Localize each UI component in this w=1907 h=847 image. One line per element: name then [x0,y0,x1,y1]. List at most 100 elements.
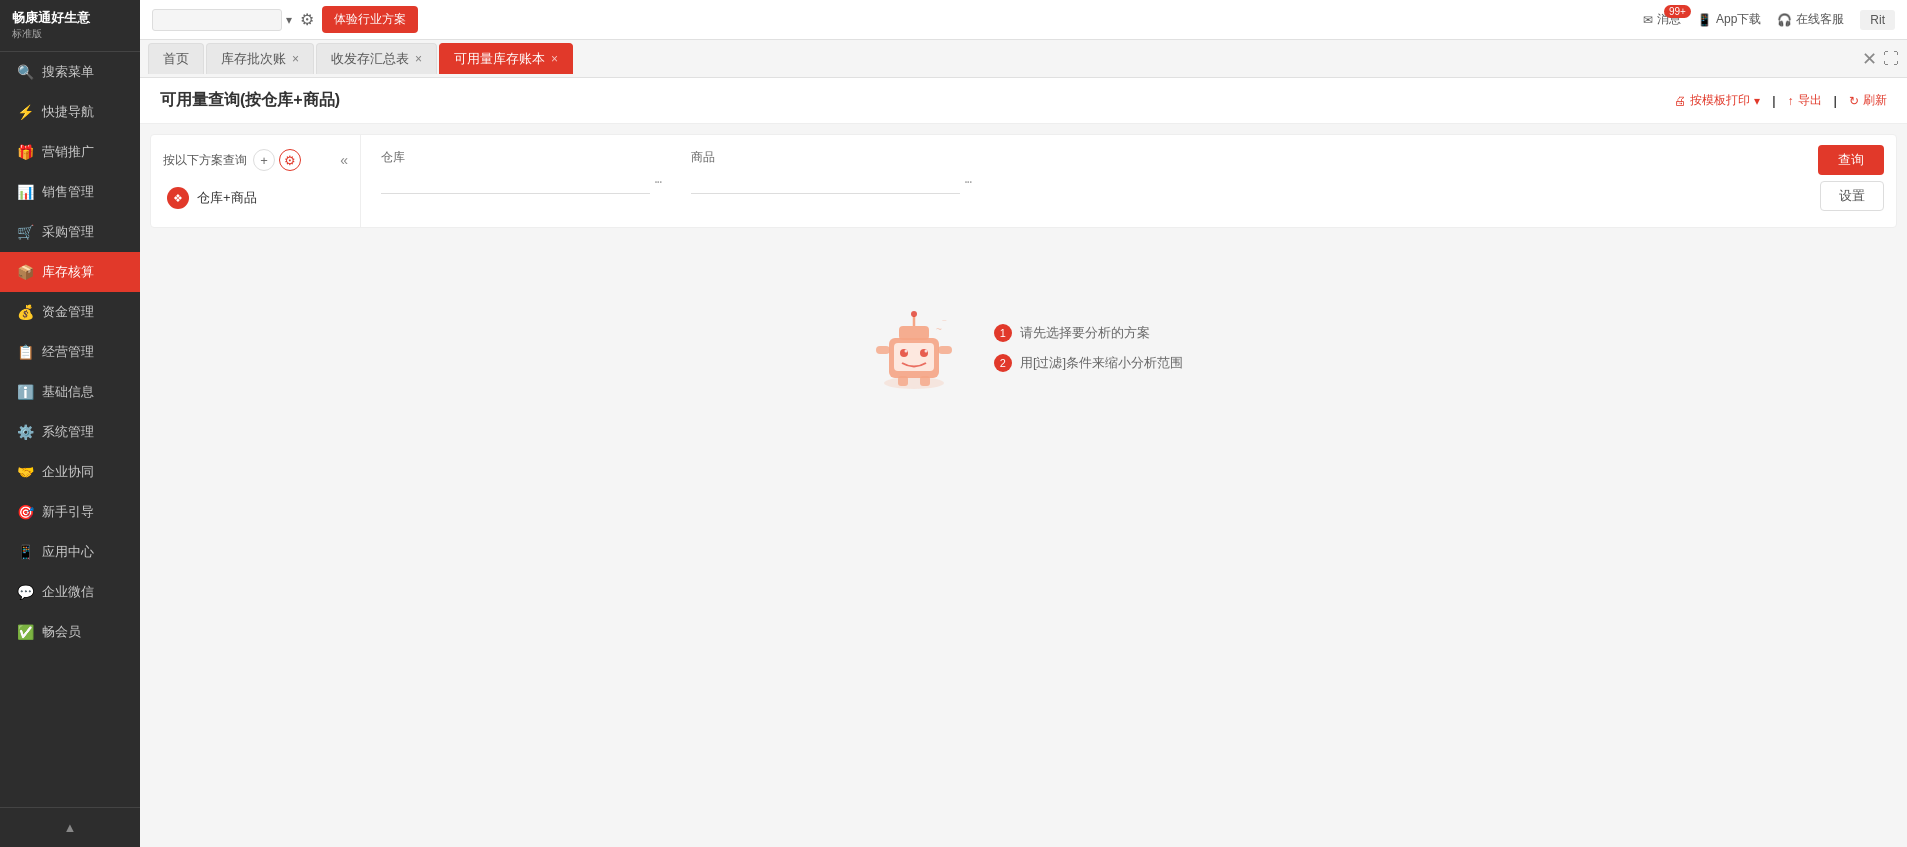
sidebar-item-2[interactable]: 🎁 营销推广 [0,132,140,172]
industry-solution-btn[interactable]: 体验行业方案 [322,6,418,33]
sidebar-item-1[interactable]: ⚡ 快捷导航 [0,92,140,132]
search-dropdown-btn[interactable]: ▾ [286,13,292,27]
sidebar-item-14[interactable]: ✅ 畅会员 [0,612,140,652]
refresh-icon: ↻ [1849,94,1859,108]
svg-text:~: ~ [942,316,947,325]
tab-expand-btn[interactable]: ⛶ [1883,50,1899,68]
sidebar-bottom: ▲ [0,807,140,847]
sidebar-item-8[interactable]: ℹ️ 基础信息 [0,372,140,412]
sidebar-label-3: 销售管理 [42,183,94,201]
sep1: | [1772,93,1775,108]
tab-item-1[interactable]: 库存批次账× [206,43,314,74]
tab-close-all-btn[interactable]: ✕ [1862,48,1877,70]
filter-scheme-item[interactable]: ❖ 仓库+商品 [151,179,360,217]
sidebar-label-11: 新手引导 [42,503,94,521]
sidebar-icon-2: 🎁 [16,143,34,161]
sidebar-scroll-down[interactable]: ▲ [0,816,140,839]
sep2: | [1834,93,1837,108]
phone-icon: 📱 [1697,13,1712,27]
sidebar-label-5: 库存核算 [42,263,94,281]
sidebar-item-12[interactable]: 📱 应用中心 [0,532,140,572]
sidebar-item-5[interactable]: 📦 库存核算 [0,252,140,292]
action-bar: 查询 设置 [1806,135,1896,227]
sidebar-icon-9: ⚙️ [16,423,34,441]
sidebar-icon-8: ℹ️ [16,383,34,401]
sidebar-item-10[interactable]: 🤝 企业协同 [0,452,140,492]
sidebar-icon-10: 🤝 [16,463,34,481]
filter-left-header: 按以下方案查询 + ⚙ « [151,145,360,175]
empty-tip-2: 2 用[过滤]条件来缩小分析范围 [994,354,1183,372]
topbar-right: ✉ 消息 99+ 📱 App下载 🎧 在线客服 Rit [1643,10,1895,30]
search-input[interactable] [152,9,282,31]
tab-close-2[interactable]: × [415,52,422,66]
warehouse-input[interactable] [381,170,650,194]
sidebar-label-2: 营销推广 [42,143,94,161]
sidebar-logo: 畅康通好生意 标准版 [0,0,140,52]
filter-collapse-btn[interactable]: « [340,152,348,168]
settings-gear-icon[interactable]: ⚙ [300,10,314,29]
sidebar-item-3[interactable]: 📊 销售管理 [0,172,140,212]
product-input-row: ··· [691,170,971,194]
sidebar-icon-1: ⚡ [16,103,34,121]
tip-text-2: 用[过滤]条件来缩小分析范围 [1020,354,1183,372]
tab-close-1[interactable]: × [292,52,299,66]
sidebar-item-13[interactable]: 💬 企业微信 [0,572,140,612]
tab-item-3[interactable]: 可用量库存账本 × [439,43,573,74]
sidebar-icon-12: 📱 [16,543,34,561]
sidebar-label-6: 资金管理 [42,303,94,321]
filter-add-btn[interactable]: + [253,149,275,171]
message-badge: 99+ [1664,5,1691,18]
query-btn[interactable]: 查询 [1818,145,1884,175]
app-title: 畅康通好生意 [12,10,128,27]
sidebar-icon-4: 🛒 [16,223,34,241]
export-btn[interactable]: ↑ 导出 [1788,92,1822,109]
topbar-search-area: ▾ [152,9,292,31]
svg-rect-13 [920,376,930,386]
empty-illustration: ~ ~ [864,298,964,398]
svg-rect-12 [898,376,908,386]
message-btn[interactable]: ✉ 消息 99+ [1643,11,1681,28]
product-label: 商品 [691,149,971,166]
user-display[interactable]: Rit [1860,10,1895,30]
tab-label-3: 可用量库存账本 [454,50,545,68]
sidebar-icon-6: 💰 [16,303,34,321]
svg-point-6 [924,350,927,353]
sidebar-item-4[interactable]: 🛒 采购管理 [0,212,140,252]
sidebar-item-0[interactable]: 🔍 搜索菜单 [0,52,140,92]
sidebar-label-14: 畅会员 [42,623,81,641]
sidebar-icon-13: 💬 [16,583,34,601]
product-more-btn[interactable]: ··· [964,173,971,191]
page-title: 可用量查询(按仓库+商品) [160,90,340,111]
empty-state: ~ ~ 1 请先选择要分析的方案 2 用[过滤]条件来缩小分析范围 [140,238,1907,458]
svg-point-5 [904,350,907,353]
message-icon: ✉ [1643,13,1653,27]
scheme-label: 仓库+商品 [197,189,257,207]
sidebar-label-1: 快捷导航 [42,103,94,121]
filter-config-btn[interactable]: ⚙ [279,149,301,171]
svg-point-9 [911,311,917,317]
tab-item-2[interactable]: 收发存汇总表× [316,43,437,74]
svg-text:~: ~ [936,324,942,335]
tab-close-3[interactable]: × [551,52,558,66]
print-label: 按模板打印 [1690,92,1750,109]
sidebar-nav: 🔍 搜索菜单 ⚡ 快捷导航 🎁 营销推广 📊 销售管理 🛒 采购管理 📦 库存核… [0,52,140,807]
online-service-btn[interactable]: 🎧 在线客服 [1777,11,1844,28]
refresh-label: 刷新 [1863,92,1887,109]
tab-item-0[interactable]: 首页 [148,43,204,74]
product-input[interactable] [691,170,960,194]
sidebar-item-6[interactable]: 💰 资金管理 [0,292,140,332]
product-field: 商品 ··· [691,149,971,194]
sidebar-label-4: 采购管理 [42,223,94,241]
sidebar-item-7[interactable]: 📋 经营管理 [0,332,140,372]
sidebar-label-10: 企业协同 [42,463,94,481]
sidebar-item-11[interactable]: 🎯 新手引导 [0,492,140,532]
warehouse-more-btn[interactable]: ··· [654,173,661,191]
sidebar-icon-0: 🔍 [16,63,34,81]
refresh-btn[interactable]: ↻ 刷新 [1849,92,1887,109]
settings-btn[interactable]: 设置 [1820,181,1884,211]
sidebar-icon-3: 📊 [16,183,34,201]
sidebar-item-9[interactable]: ⚙️ 系统管理 [0,412,140,452]
print-btn[interactable]: 🖨 按模板打印 ▾ [1674,92,1760,109]
tab-label-0: 首页 [163,50,189,68]
app-download-btn[interactable]: 📱 App下载 [1697,11,1761,28]
